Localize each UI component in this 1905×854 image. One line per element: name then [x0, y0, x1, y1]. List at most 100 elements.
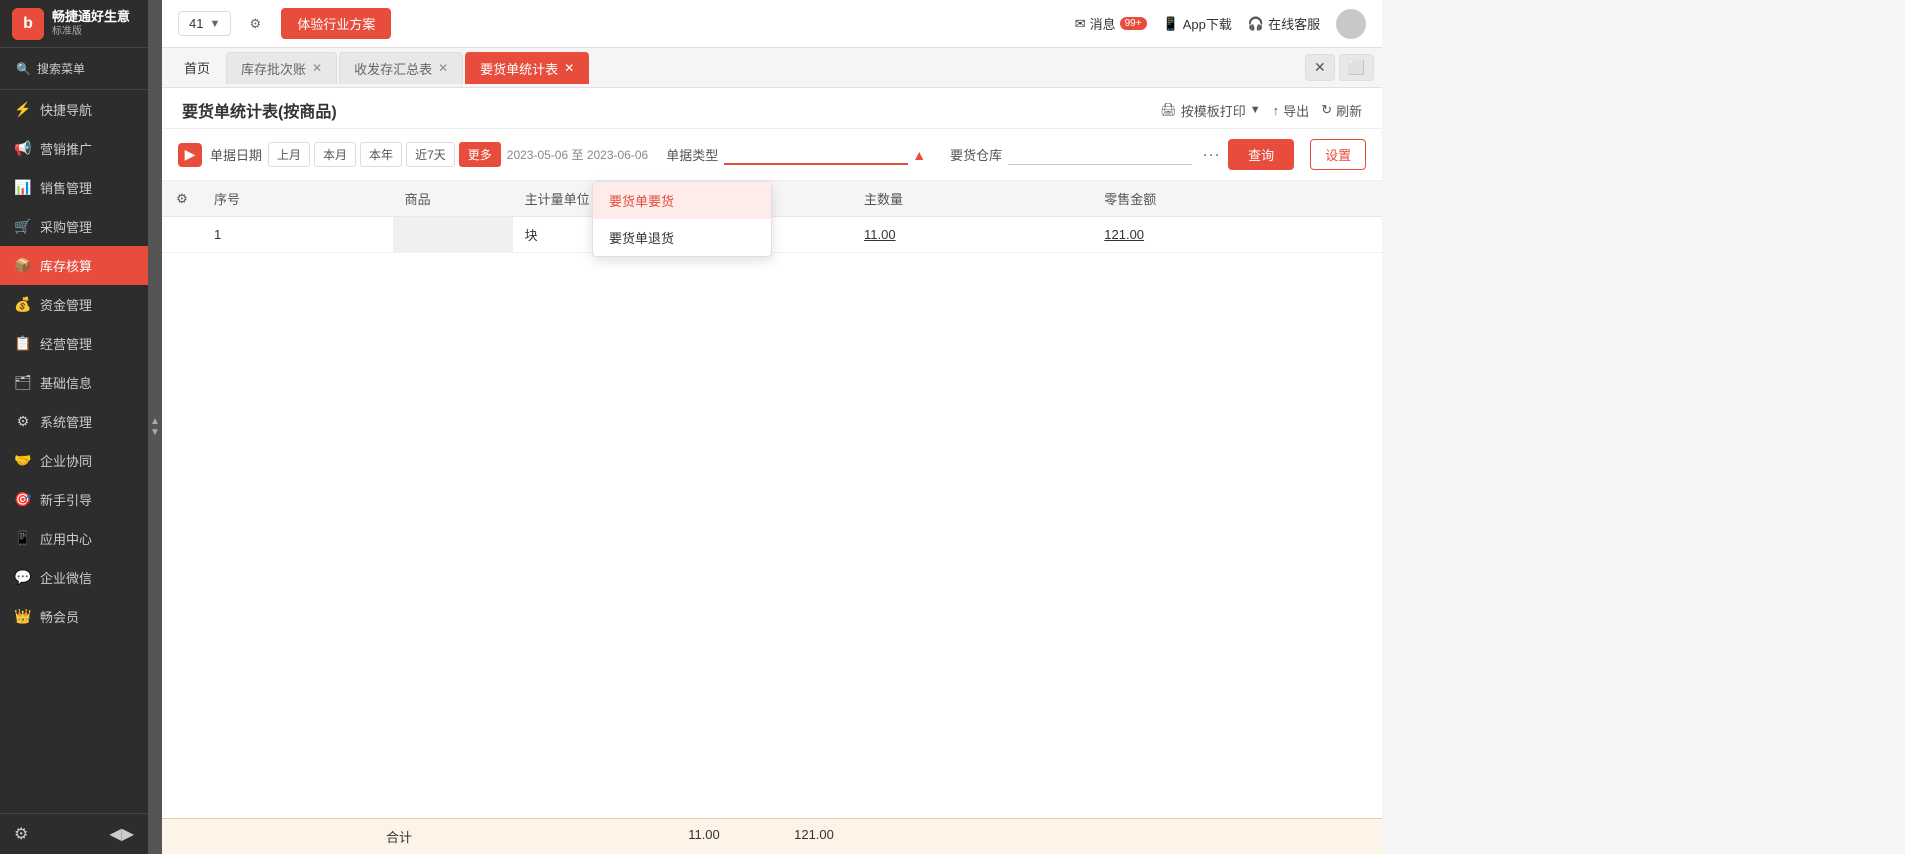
gear-icon: ⚙ — [250, 16, 262, 32]
sidebar-item-guide[interactable]: 🎯 新手引导 — [0, 480, 148, 519]
sidebar-item-finance[interactable]: 💰 资金管理 — [0, 285, 148, 324]
page-title: 要货单统计表(按商品) — [182, 98, 337, 122]
trial-button[interactable]: 体验行业方案 — [281, 8, 391, 39]
wechat-icon: 💬 — [14, 569, 32, 586]
sidebar-item-member[interactable]: 👑 畅会员 — [0, 597, 148, 636]
purchase-icon: 🛒 — [14, 218, 32, 235]
settings-bottom-icon[interactable]: ⚙ — [14, 824, 28, 844]
search-menu-button[interactable]: 🔍 搜索菜单 — [10, 56, 138, 81]
export-button[interactable]: ↑ 导出 — [1273, 101, 1310, 120]
chevron-down-icon: ▼ — [209, 18, 220, 30]
message-button[interactable]: ✉ 消息 99+ — [1075, 14, 1147, 33]
date-range-display: 2023-05-06 至 2023-06-06 — [507, 146, 648, 163]
search-icon: 🔍 — [16, 62, 31, 76]
sidebar-search-area[interactable]: 🔍 搜索菜单 — [0, 48, 148, 90]
headset-icon: 🎧 — [1248, 16, 1264, 32]
data-table: ⚙ 序号 商品 主计量单位 主数量 零售金额 1 — [162, 181, 1382, 253]
sidebar: b 畅捷通好生意 标准版 🔍 搜索菜单 ⚡ 快捷导航 📢 营销推广 📊 — [0, 0, 148, 854]
member-icon: 👑 — [14, 608, 32, 625]
sidebar-item-inventory[interactable]: 📦 库存核算 — [0, 246, 148, 285]
topbar-settings-button[interactable]: ⚙ — [241, 10, 269, 38]
sidebar-item-base-info[interactable]: 🗂 基础信息 — [0, 363, 148, 402]
tab-batch-account-label: 库存批次账 — [241, 59, 306, 78]
sidebar-item-sales[interactable]: 📊 销售管理 — [0, 168, 148, 207]
page-content: 要货单统计表(按商品) 🖨 按模板打印 ▼ ↑ 导出 ↻ 刷新 — [162, 88, 1382, 854]
sales-icon: 📊 — [14, 179, 32, 196]
sidebar-item-label: 采购管理 — [40, 217, 92, 236]
date-filter-label: 单据日期 — [210, 145, 262, 164]
company-selector[interactable]: 41 ▼ — [178, 11, 231, 36]
collapse-sidebar-icon[interactable]: ◀▶ — [109, 824, 134, 844]
tab-batch-account[interactable]: 库存批次账 ✕ — [226, 52, 337, 84]
online-service-label: 在线客服 — [1268, 14, 1320, 33]
table-footer: 合计 11.00 121.00 — [162, 818, 1382, 854]
last-7-days-button[interactable]: 近7天 — [406, 142, 455, 167]
sidebar-item-label: 企业协同 — [40, 451, 92, 470]
online-service-button[interactable]: 🎧 在线客服 — [1248, 14, 1320, 33]
sidebar-item-quick-nav[interactable]: ⚡ 快捷导航 — [0, 90, 148, 129]
date-filter-group: 单据日期 上月 本月 本年 近7天 更多 2023-05-06 至 2023-0… — [210, 142, 648, 167]
main-content: 41 ▼ ⚙ 体验行业方案 ✉ 消息 99+ 📱 App下载 — [162, 0, 1382, 854]
sidebar-item-collab[interactable]: 🤝 企业协同 — [0, 441, 148, 480]
sidebar-item-marketing[interactable]: 📢 营销推广 — [0, 129, 148, 168]
page-header: 要货单统计表(按商品) 🖨 按模板打印 ▼ ↑ 导出 ↻ 刷新 — [162, 88, 1382, 129]
sidebar-scroll[interactable]: ▲▼ — [148, 0, 162, 854]
sidebar-item-operations[interactable]: 📋 经营管理 — [0, 324, 148, 363]
dropdown-item-order-goods[interactable]: 要货单要货 — [593, 182, 771, 219]
company-id: 41 — [189, 16, 203, 31]
brand-sub: 标准版 — [52, 25, 130, 38]
sidebar-item-system[interactable]: ⚙ 系统管理 — [0, 402, 148, 441]
doc-type-input[interactable] — [724, 144, 908, 165]
dropdown-item-order-return[interactable]: 要货单退货 — [593, 219, 771, 256]
app-logo: b — [12, 8, 44, 40]
sidebar-item-label: 畅会员 — [40, 607, 79, 626]
sidebar-nav: ⚡ 快捷导航 📢 营销推广 📊 销售管理 🛒 采购管理 📦 库存核算 💰 — [0, 90, 148, 813]
refresh-button[interactable]: ↻ 刷新 — [1321, 101, 1362, 120]
column-row-no: 序号 — [202, 181, 393, 217]
tab-close-recv-summary[interactable]: ✕ — [438, 61, 448, 75]
tab-order-summary[interactable]: 要货单统计表 ✕ — [465, 52, 589, 84]
sidebar-item-label: 基础信息 — [40, 373, 92, 392]
cell-row-no: 1 — [202, 217, 393, 253]
footer-amount: 121.00 — [764, 827, 864, 846]
warehouse-input[interactable] — [1008, 145, 1192, 165]
quick-nav-icon: ⚡ — [14, 101, 32, 118]
sidebar-item-app-center[interactable]: 📱 应用中心 — [0, 519, 148, 558]
sidebar-item-wechat[interactable]: 💬 企业微信 — [0, 558, 148, 597]
cell-settings — [162, 217, 202, 253]
more-date-button[interactable]: 更多 — [459, 142, 501, 167]
doc-type-select-wrapper: ▲ — [724, 144, 926, 165]
filter-bar: ▶ 单据日期 上月 本月 本年 近7天 更多 2023-05-06 至 2023… — [162, 129, 1382, 181]
topbar-right: ✉ 消息 99+ 📱 App下载 🎧 在线客服 — [1075, 9, 1366, 39]
tab-close-order-summary[interactable]: ✕ — [564, 61, 574, 75]
column-goods: 商品 — [393, 181, 513, 217]
close-all-button[interactable]: ✕ — [1305, 54, 1335, 81]
footer-empty — [174, 827, 374, 846]
app-download-button[interactable]: 📱 App下载 — [1163, 14, 1232, 33]
export-icon: ↑ — [1273, 103, 1280, 118]
guide-icon: 🎯 — [14, 491, 32, 508]
filter-expand-button[interactable]: ▶ — [178, 143, 202, 167]
tab-order-summary-label: 要货单统计表 — [480, 59, 558, 78]
print-template-button[interactable]: 🖨 按模板打印 ▼ — [1160, 101, 1260, 120]
tab-home[interactable]: 首页 — [170, 52, 224, 83]
doc-type-arrow[interactable]: ▲ — [912, 147, 926, 163]
print-icon: 🖨 — [1160, 102, 1177, 118]
filter-more-icon[interactable]: ··· — [1202, 144, 1220, 165]
sidebar-item-purchase[interactable]: 🛒 采购管理 — [0, 207, 148, 246]
column-settings[interactable]: ⚙ — [162, 181, 202, 217]
maximize-button[interactable]: ⬜ — [1339, 54, 1374, 81]
query-button[interactable]: 查询 — [1228, 139, 1294, 170]
message-badge: 99+ — [1120, 17, 1147, 30]
refresh-icon: ↻ — [1321, 102, 1332, 118]
tab-recv-summary[interactable]: 收发存汇总表 ✕ — [339, 52, 463, 84]
sidebar-header: b 畅捷通好生意 标准版 — [0, 0, 148, 48]
last-month-button[interactable]: 上月 — [268, 142, 310, 167]
user-avatar[interactable] — [1336, 9, 1366, 39]
filter-settings-button[interactable]: 设置 — [1310, 139, 1366, 170]
this-month-button[interactable]: 本月 — [314, 142, 356, 167]
this-year-button[interactable]: 本年 — [360, 142, 402, 167]
tab-close-batch-account[interactable]: ✕ — [312, 61, 322, 75]
sidebar-item-label: 快捷导航 — [40, 100, 92, 119]
sidebar-item-label: 营销推广 — [40, 139, 92, 158]
